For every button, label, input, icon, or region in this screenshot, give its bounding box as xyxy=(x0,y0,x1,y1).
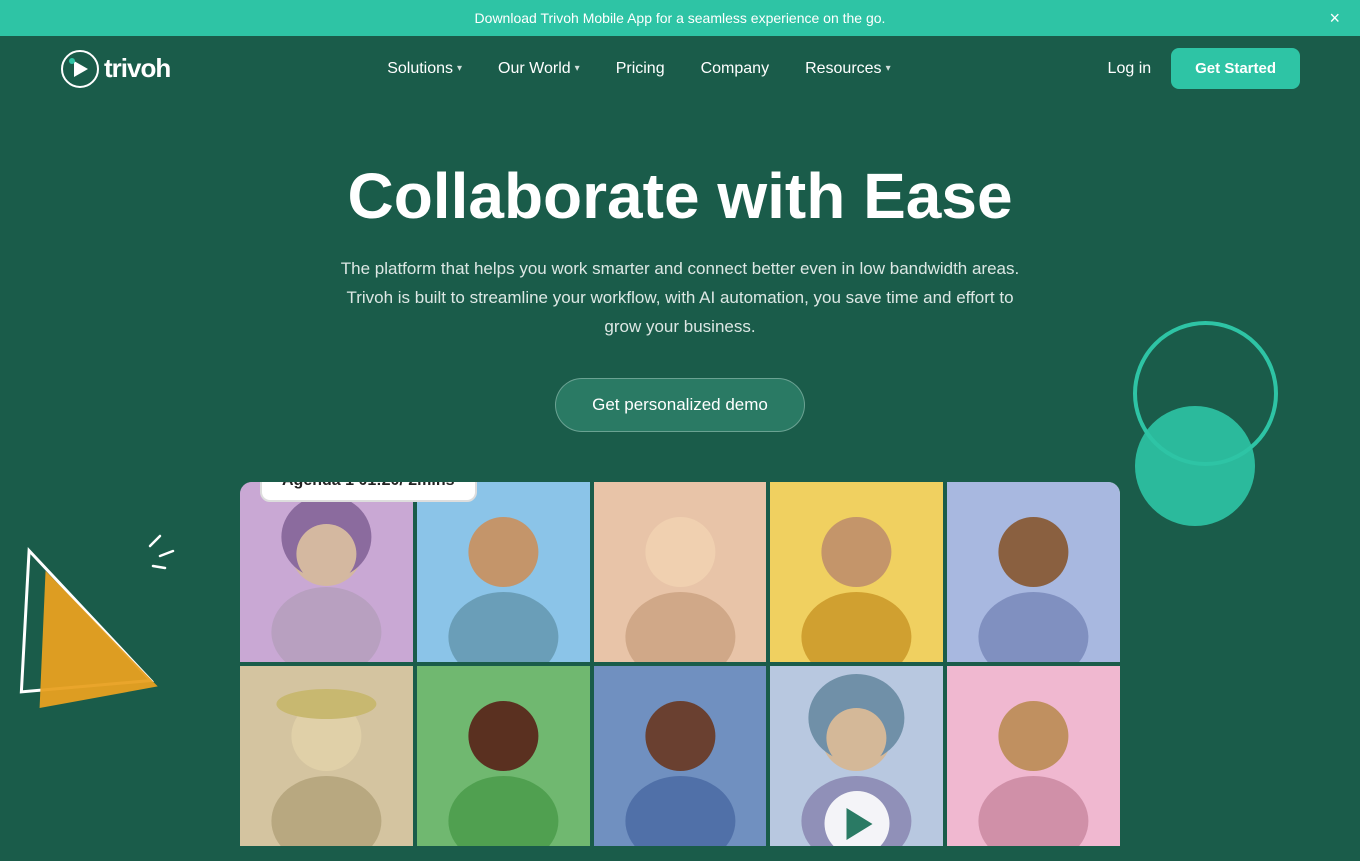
nav-item-company[interactable]: Company xyxy=(701,60,769,78)
logo-text: trivoh xyxy=(104,53,170,84)
nav-link-solutions[interactable]: Solutions ▾ xyxy=(387,60,462,78)
nav-item-our-world[interactable]: Our World ▾ xyxy=(498,60,580,78)
nav-link-pricing[interactable]: Pricing xyxy=(616,60,665,78)
nav-link-our-world[interactable]: Our World ▾ xyxy=(498,60,580,78)
get-started-button[interactable]: Get Started xyxy=(1171,48,1300,89)
deco-circle-outline xyxy=(1133,321,1278,466)
hero-subtitle: The platform that helps you work smarter… xyxy=(330,255,1030,342)
hero-title: Collaborate with Ease xyxy=(347,161,1012,231)
video-cell-7 xyxy=(417,666,590,846)
banner-text: Download Trivoh Mobile App for a seamles… xyxy=(475,10,886,26)
deco-triangle-group xyxy=(5,516,175,721)
video-cell-5 xyxy=(947,482,1120,662)
hero-section: Collaborate with Ease The platform that … xyxy=(0,101,1360,861)
logo-icon xyxy=(60,49,100,89)
nav-item-pricing[interactable]: Pricing xyxy=(616,60,665,78)
login-link[interactable]: Log in xyxy=(1108,60,1152,78)
agenda-badge: Agenda 1 01:20/ 2mins xyxy=(260,482,477,502)
logo[interactable]: trivoh xyxy=(60,49,170,89)
video-cell-6 xyxy=(240,666,413,846)
video-wrapper: Agenda 1 01:20/ 2mins xyxy=(240,482,1120,846)
navigation: trivoh Solutions ▾ Our World ▾ Pricing C… xyxy=(0,36,1360,101)
chevron-down-icon: ▾ xyxy=(575,63,580,74)
nav-link-company[interactable]: Company xyxy=(701,60,769,78)
chevron-down-icon: ▾ xyxy=(457,63,462,74)
video-grid xyxy=(240,482,1120,846)
video-cell-2 xyxy=(417,482,590,662)
nav-right: Log in Get Started xyxy=(1108,48,1300,89)
video-cell-9 xyxy=(770,666,943,846)
video-cell-10 xyxy=(947,666,1120,846)
deco-svg xyxy=(5,516,175,716)
nav-link-resources[interactable]: Resources ▾ xyxy=(805,60,891,78)
video-cell-4 xyxy=(770,482,943,662)
nav-item-solutions[interactable]: Solutions ▾ xyxy=(387,60,462,78)
video-cell-1 xyxy=(240,482,413,662)
chevron-down-icon: ▾ xyxy=(886,63,891,74)
video-cell-3 xyxy=(594,482,767,662)
top-banner: Download Trivoh Mobile App for a seamles… xyxy=(0,0,1360,36)
nav-item-resources[interactable]: Resources ▾ xyxy=(805,60,891,78)
banner-close-button[interactable]: × xyxy=(1329,9,1340,27)
get-demo-button[interactable]: Get personalized demo xyxy=(555,378,805,432)
play-icon xyxy=(846,808,872,840)
nav-links: Solutions ▾ Our World ▾ Pricing Company … xyxy=(387,60,890,78)
video-cell-8 xyxy=(594,666,767,846)
